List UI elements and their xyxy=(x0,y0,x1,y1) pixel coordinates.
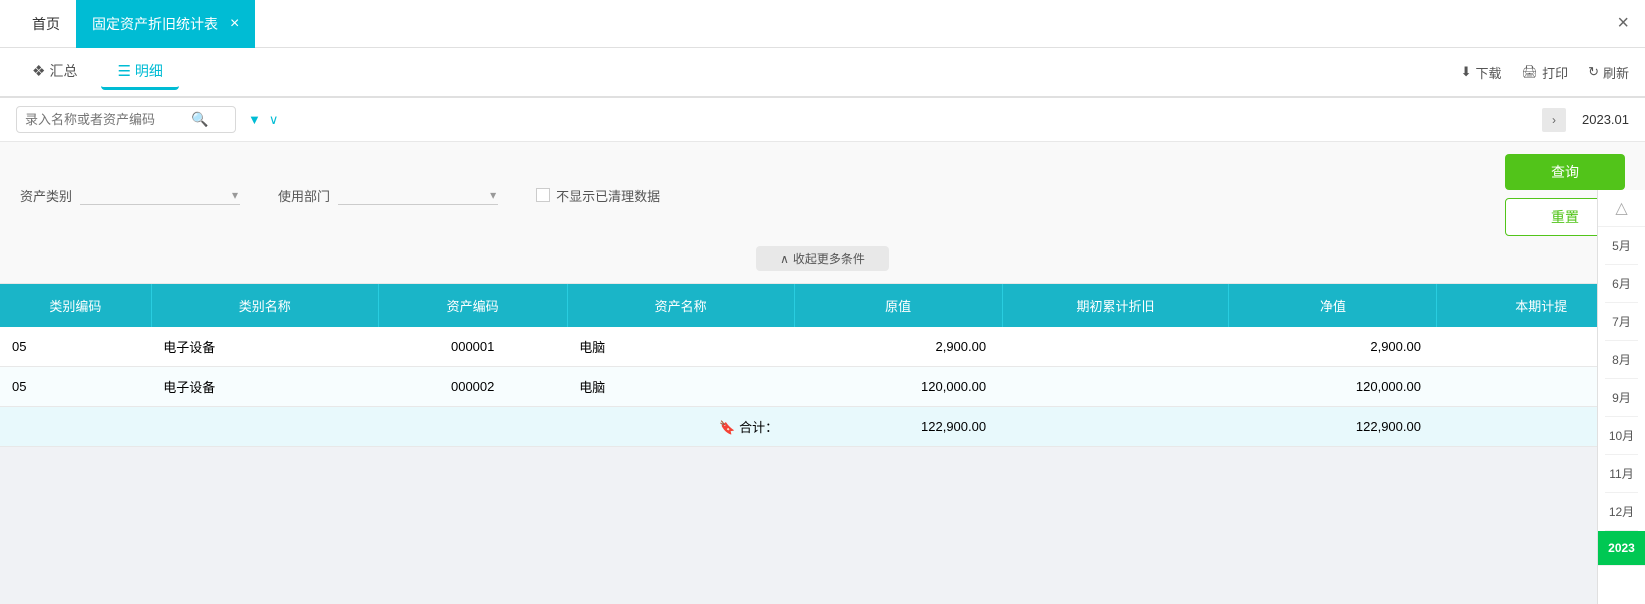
hide-cleared-wrap: 不显示已清理数据 xyxy=(536,186,660,205)
table-cell: 000002 xyxy=(378,367,567,407)
table-row: 05电子设备000001电脑2,900.002,900.00 xyxy=(0,327,1645,367)
month-item[interactable]: 7月 xyxy=(1605,303,1638,341)
department-label: 使用部门 xyxy=(278,186,330,205)
window-close-icon[interactable]: × xyxy=(1617,12,1629,35)
column-header: 原值 xyxy=(794,284,1002,327)
table-cell: 120,000.00 xyxy=(1229,367,1437,407)
table-cell: 2,900.00 xyxy=(794,327,1002,367)
year-label: 2023 xyxy=(1608,541,1635,555)
table-cell xyxy=(1002,327,1229,367)
more-conditions-button[interactable]: ▼ ∨ xyxy=(248,112,278,128)
table-cell: 2,900.00 xyxy=(1229,327,1437,367)
search-input[interactable] xyxy=(25,112,185,127)
print-label: 打印 xyxy=(1542,63,1568,82)
filter-row: 资产类别 ▾ 使用部门 ▾ 不显示已清理数据 查询 重置 xyxy=(20,154,1625,236)
top-bar: 首页 固定资产折旧统计表 × × xyxy=(0,0,1645,48)
year-active-item[interactable]: 2023 xyxy=(1598,531,1645,566)
summary-cell: 122,900.00 xyxy=(794,407,1002,447)
summary-tab-label: 汇总 xyxy=(49,61,77,81)
nav-right-arrow[interactable]: › xyxy=(1542,108,1566,132)
print-button[interactable]: 🖨 打印 xyxy=(1522,63,1569,82)
hide-cleared-checkbox[interactable] xyxy=(536,188,550,202)
month-item[interactable]: 6月 xyxy=(1605,265,1638,303)
download-button[interactable]: ⬇ 下载 xyxy=(1461,63,1502,82)
nav-actions: ⬇ 下载 🖨 打印 ↻ 刷新 xyxy=(1461,63,1629,82)
month-item[interactable]: 11月 xyxy=(1605,455,1638,493)
main-content: 资产类别 ▾ 使用部门 ▾ 不显示已清理数据 查询 重置 xyxy=(0,142,1645,604)
summary-row: 🔖 合计：122,900.00122,900.00 xyxy=(0,407,1645,447)
chevron-up-icon: ∧ xyxy=(780,252,789,266)
chevron-down-icon: ∨ xyxy=(269,112,279,128)
refresh-icon: ↻ xyxy=(1588,64,1599,80)
filter-section: 资产类别 ▾ 使用部门 ▾ 不显示已清理数据 查询 重置 xyxy=(0,142,1645,284)
column-header: 期初累计折旧 xyxy=(1002,284,1229,327)
search-icon: 🔍 xyxy=(191,111,208,128)
department-input[interactable] xyxy=(338,185,498,205)
table-cell xyxy=(1002,367,1229,407)
department-dropdown-icon[interactable]: ▾ xyxy=(490,188,496,202)
asset-category-field: 资产类别 ▾ xyxy=(20,185,238,205)
table-row: 05电子设备000002电脑120,000.00120,000.00 xyxy=(0,367,1645,407)
date-label: 2023.01 xyxy=(1582,112,1629,127)
summary-tab[interactable]: ❖ 汇总 xyxy=(16,55,93,89)
summary-cell xyxy=(1002,407,1229,447)
table-cell: 000001 xyxy=(378,327,567,367)
filter-icon: ▼ xyxy=(248,112,261,127)
layers-icon: ❖ xyxy=(32,62,45,80)
detail-tab-label: 明细 xyxy=(135,61,163,81)
asset-category-dropdown-icon[interactable]: ▾ xyxy=(232,188,238,202)
department-field: 使用部门 ▾ xyxy=(278,185,496,205)
collapse-button[interactable]: ∧ 收起更多条件 xyxy=(756,246,889,271)
asset-category-input[interactable] xyxy=(80,185,240,205)
month-item[interactable]: 8月 xyxy=(1605,341,1638,379)
active-tab: 固定资产折旧统计表 × xyxy=(76,0,255,48)
sidebar-up-icon[interactable]: △ xyxy=(1598,190,1645,227)
download-label: 下载 xyxy=(1476,63,1502,82)
table-wrap: 类别编码类别名称资产编码资产名称原值期初累计折旧净值本期计提 05电子设备000… xyxy=(0,284,1645,604)
summary-cell: 122,900.00 xyxy=(1229,407,1437,447)
hide-cleared-label: 不显示已清理数据 xyxy=(556,186,660,205)
search-bar: 🔍 ▼ ∨ › 2023.01 xyxy=(0,98,1645,142)
active-tab-label: 固定资产折旧统计表 xyxy=(92,14,218,34)
column-header: 净值 xyxy=(1229,284,1437,327)
search-input-wrap[interactable]: 🔍 xyxy=(16,106,236,133)
month-item[interactable]: 9月 xyxy=(1605,379,1638,417)
table-cell: 电子设备 xyxy=(151,367,378,407)
refresh-label: 刷新 xyxy=(1603,63,1629,82)
month-item[interactable]: 12月 xyxy=(1605,493,1638,531)
collapse-btn-wrap: ∧ 收起更多条件 xyxy=(20,246,1625,271)
table-header: 类别编码类别名称资产编码资产名称原值期初累计折旧净值本期计提 xyxy=(0,284,1645,327)
table-cell: 电子设备 xyxy=(151,327,378,367)
query-button[interactable]: 查询 xyxy=(1505,154,1625,190)
table-cell: 电脑 xyxy=(567,327,794,367)
table-cell: 05 xyxy=(0,367,151,407)
content-area: 资产类别 ▾ 使用部门 ▾ 不显示已清理数据 查询 重置 xyxy=(0,142,1645,604)
right-sidebar: △ 5月6月7月8月9月10月11月12月 2023 xyxy=(1597,190,1645,604)
column-header: 类别名称 xyxy=(151,284,378,327)
table-cell: 电脑 xyxy=(567,367,794,407)
print-icon: 🖨 xyxy=(1522,64,1539,80)
summary-cell xyxy=(0,407,151,447)
table-cell: 120,000.00 xyxy=(794,367,1002,407)
summary-cell: 🔖 合计： xyxy=(151,407,794,447)
asset-category-label: 资产类别 xyxy=(20,186,72,205)
column-header: 类别编码 xyxy=(0,284,151,327)
refresh-button[interactable]: ↻ 刷新 xyxy=(1588,63,1629,82)
tab-close-icon[interactable]: × xyxy=(230,15,239,33)
month-item[interactable]: 5月 xyxy=(1605,227,1638,265)
column-header: 资产编码 xyxy=(378,284,567,327)
download-icon: ⬇ xyxy=(1461,64,1472,80)
home-tab[interactable]: 首页 xyxy=(16,14,76,34)
table-cell: 05 xyxy=(0,327,151,367)
data-table: 类别编码类别名称资产编码资产名称原值期初累计折旧净值本期计提 05电子设备000… xyxy=(0,284,1645,447)
month-item[interactable]: 10月 xyxy=(1605,417,1638,455)
secondary-nav: ❖ 汇总 ☰ 明细 ⬇ 下载 🖨 打印 ↻ 刷新 xyxy=(0,48,1645,98)
table-body: 05电子设备000001电脑2,900.002,900.0005电子设备0000… xyxy=(0,327,1645,447)
detail-tab[interactable]: ☰ 明细 xyxy=(101,55,178,90)
column-header: 资产名称 xyxy=(567,284,794,327)
detail-icon: ☰ xyxy=(117,62,130,80)
collapse-label: 收起更多条件 xyxy=(793,250,865,267)
